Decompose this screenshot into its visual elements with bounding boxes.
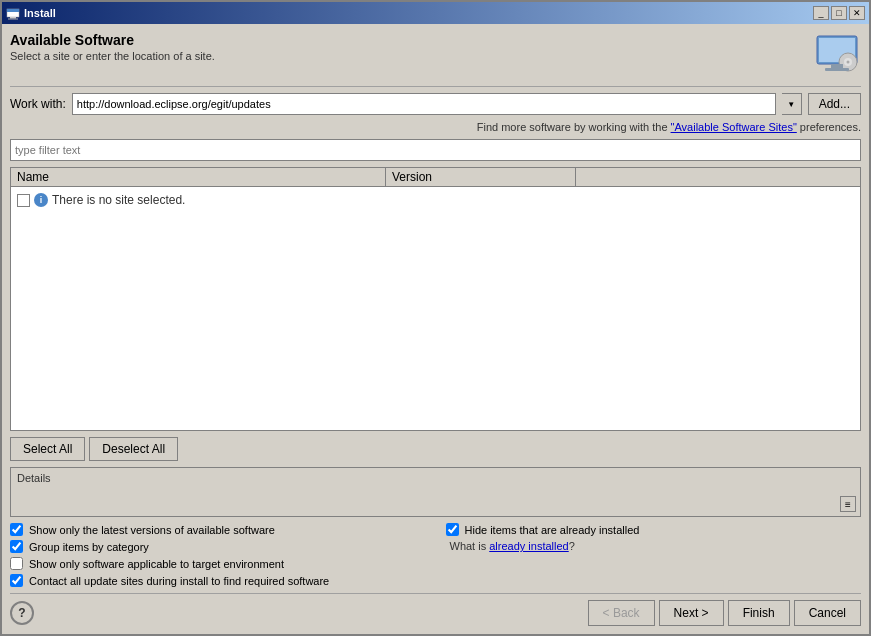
- select-all-button[interactable]: Select All: [10, 437, 85, 461]
- details-section: Details ≡: [10, 467, 861, 517]
- help-button[interactable]: ?: [10, 601, 34, 625]
- scroll-icon: ≡: [840, 496, 856, 512]
- footer-right: < Back Next > Finish Cancel: [588, 600, 861, 626]
- option-row-3: Contact all update sites during install …: [10, 574, 426, 587]
- option-label-0: Show only the latest versions of availab…: [29, 524, 275, 536]
- header-text: Available Software Select a site or ente…: [10, 32, 215, 62]
- filter-input[interactable]: [10, 139, 861, 161]
- selection-buttons: Select All Deselect All: [10, 437, 861, 461]
- info-icon: i: [34, 193, 48, 207]
- option-row-right-0: Hide items that are already installed: [446, 523, 862, 536]
- window-icon: [6, 6, 20, 20]
- column-name: Name: [11, 168, 386, 186]
- option-checkbox-0[interactable]: [10, 523, 23, 536]
- already-installed-row: What is already installed?: [446, 540, 862, 552]
- back-button[interactable]: < Back: [588, 600, 655, 626]
- option-checkbox-3[interactable]: [10, 574, 23, 587]
- row-checkbox[interactable]: [17, 194, 30, 207]
- work-with-dropdown-button[interactable]: ▼: [782, 93, 802, 115]
- option-checkbox-2[interactable]: [10, 557, 23, 570]
- deselect-all-button[interactable]: Deselect All: [89, 437, 178, 461]
- page-subtitle: Select a site or enter the location of a…: [10, 50, 215, 62]
- maximize-button[interactable]: □: [831, 6, 847, 20]
- title-controls: _ □ ✕: [813, 6, 865, 20]
- find-more-suffix: preferences.: [797, 121, 861, 133]
- already-installed-link[interactable]: already installed: [489, 540, 569, 552]
- header-section: Available Software Select a site or ente…: [10, 32, 861, 87]
- svg-rect-9: [831, 64, 843, 68]
- svg-rect-10: [825, 68, 849, 71]
- svg-point-8: [847, 61, 850, 64]
- column-extra: [576, 168, 860, 186]
- work-with-row: Work with: ▼ Add...: [10, 93, 861, 115]
- footer-left: ?: [10, 601, 34, 625]
- finish-button[interactable]: Finish: [728, 600, 790, 626]
- option-label-right-0: Hide items that are already installed: [465, 524, 640, 536]
- option-checkbox-1[interactable]: [10, 540, 23, 553]
- already-installed-suffix: ?: [569, 540, 575, 552]
- svg-rect-1: [7, 9, 19, 12]
- options-section: Show only the latest versions of availab…: [10, 523, 861, 587]
- find-more-text: Find more software by working with the: [477, 121, 671, 133]
- page-title: Available Software: [10, 32, 215, 48]
- install-window: Install _ □ ✕ Available Software Select …: [0, 0, 871, 636]
- footer: ? < Back Next > Finish Cancel: [10, 593, 861, 626]
- options-right: Hide items that are already installed Wh…: [446, 523, 862, 587]
- add-button[interactable]: Add...: [808, 93, 861, 115]
- close-button[interactable]: ✕: [849, 6, 865, 20]
- header-icon: [813, 32, 861, 80]
- available-software-sites-link[interactable]: "Available Software Sites": [671, 121, 797, 133]
- find-more-row: Find more software by working with the "…: [10, 121, 861, 133]
- next-button[interactable]: Next >: [659, 600, 724, 626]
- option-row-0: Show only the latest versions of availab…: [10, 523, 426, 536]
- window-title: Install: [24, 7, 56, 19]
- title-bar-left: Install: [6, 6, 56, 20]
- table-row: i There is no site selected.: [15, 191, 856, 209]
- details-label: Details: [17, 472, 854, 484]
- options-left: Show only the latest versions of availab…: [10, 523, 426, 587]
- work-with-input[interactable]: [72, 93, 776, 115]
- option-row-1: Group items by category: [10, 540, 426, 553]
- svg-rect-3: [8, 19, 18, 20]
- svg-rect-2: [10, 17, 16, 19]
- option-row-2: Show only software applicable to target …: [10, 557, 426, 570]
- option-label-2: Show only software applicable to target …: [29, 558, 284, 570]
- row-text: There is no site selected.: [52, 193, 185, 207]
- minimize-button[interactable]: _: [813, 6, 829, 20]
- work-with-label: Work with:: [10, 97, 66, 111]
- column-version: Version: [386, 168, 576, 186]
- option-label-1: Group items by category: [29, 541, 149, 553]
- table-header: Name Version: [11, 168, 860, 187]
- table-body: i There is no site selected.: [11, 187, 860, 430]
- software-table: Name Version i There is no site selected…: [10, 167, 861, 431]
- title-bar: Install _ □ ✕: [2, 2, 869, 24]
- main-content: Available Software Select a site or ente…: [2, 24, 869, 634]
- computer-icon: [813, 32, 861, 80]
- option-checkbox-right-0[interactable]: [446, 523, 459, 536]
- already-installed-prefix: What is: [450, 540, 490, 552]
- option-label-3: Contact all update sites during install …: [29, 575, 329, 587]
- cancel-button[interactable]: Cancel: [794, 600, 861, 626]
